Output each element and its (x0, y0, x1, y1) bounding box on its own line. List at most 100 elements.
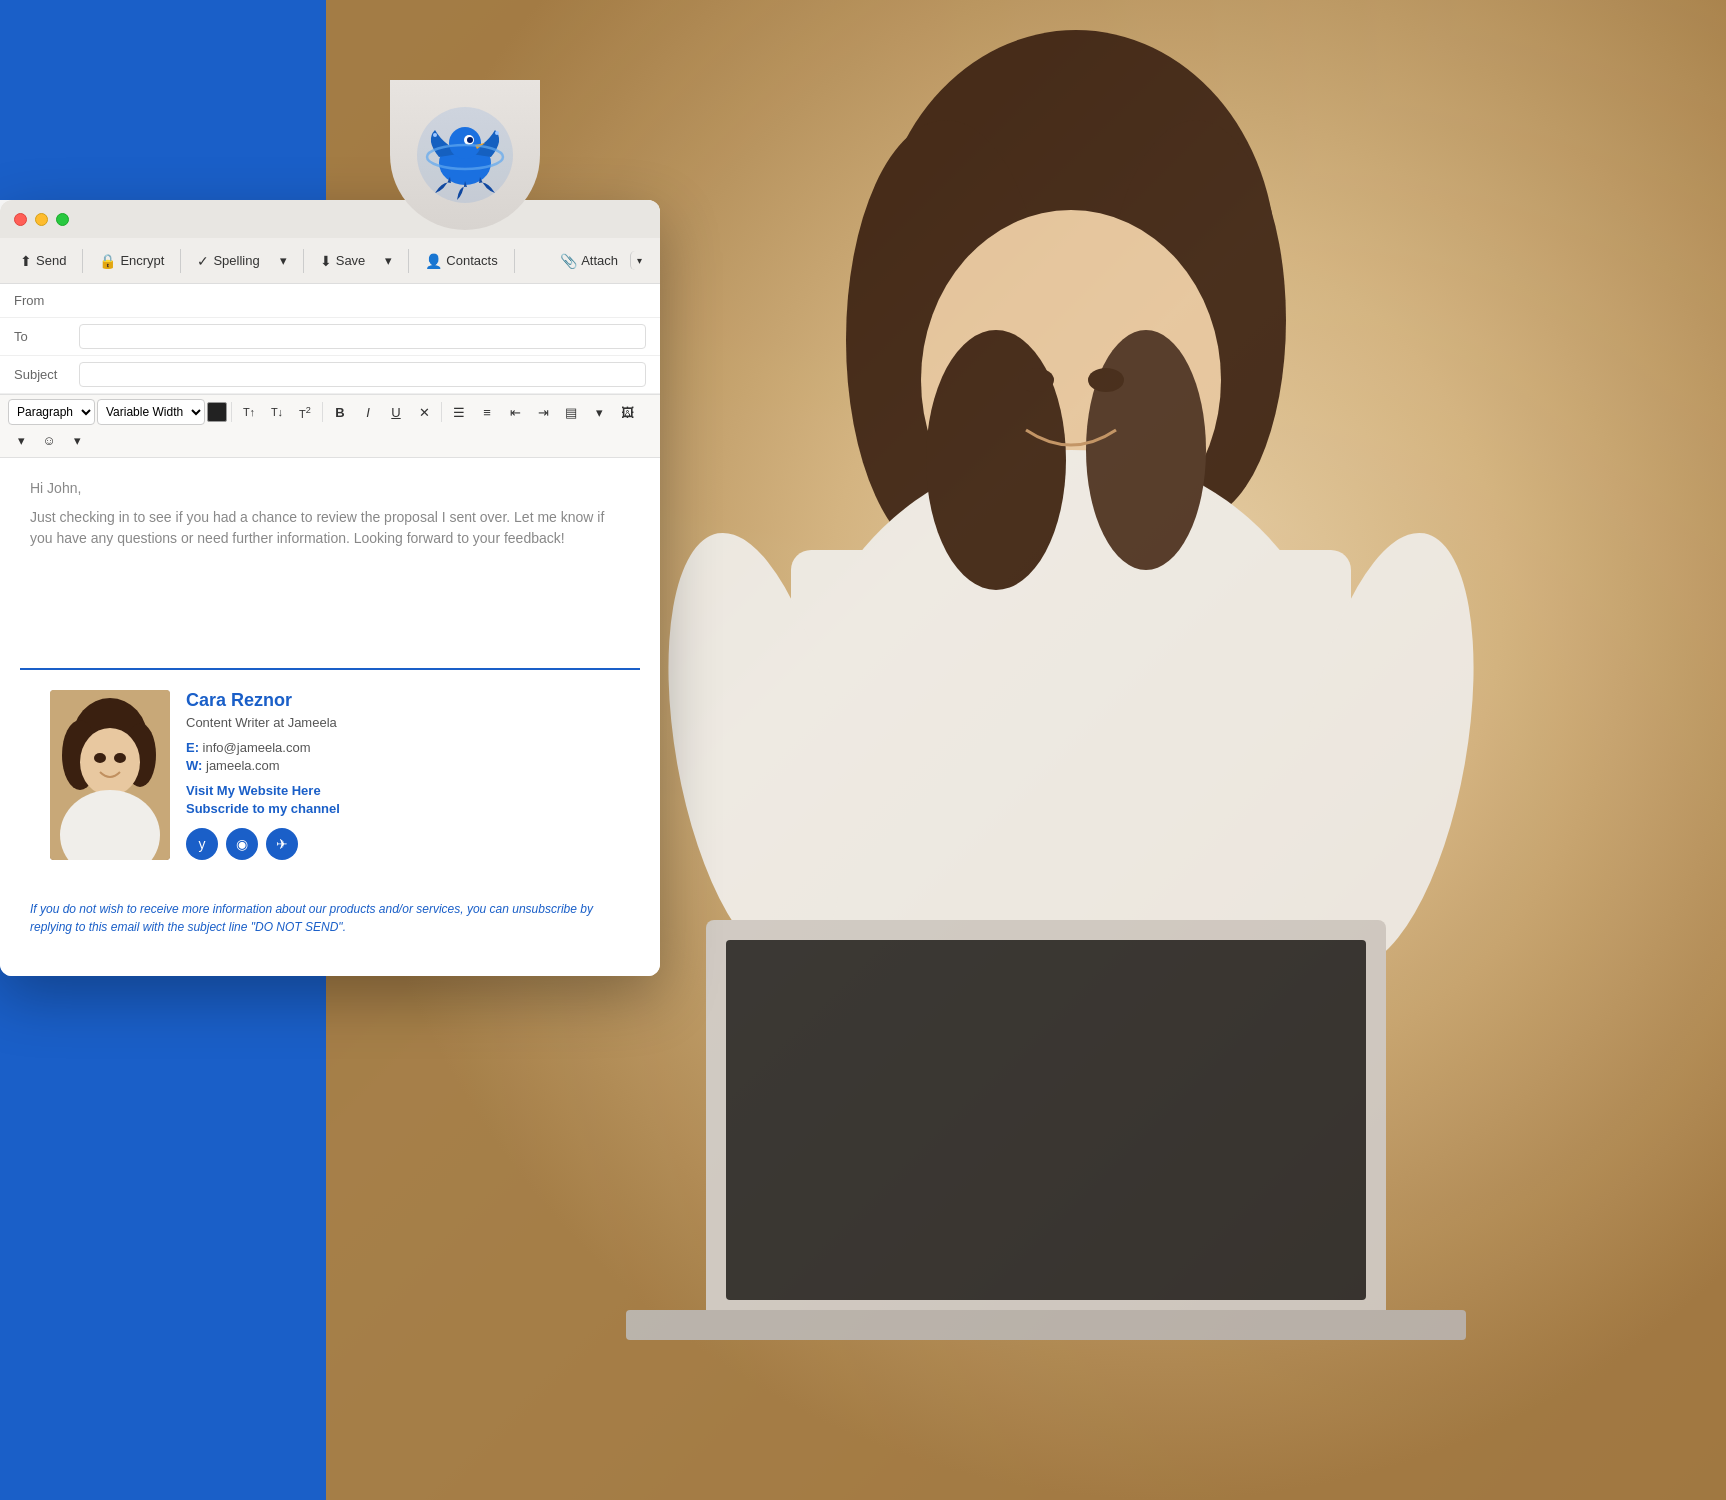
encrypt-label: Encrypt (120, 253, 164, 268)
attach-chevron-icon: ▾ (637, 255, 642, 266)
numbered-list-icon: ≡ (483, 405, 491, 420)
thunderbird-logo-icon (415, 105, 515, 205)
contacts-icon: 👤 (425, 253, 442, 269)
increase-font-button[interactable]: T↑ (236, 399, 262, 425)
save-chevron-icon: ▾ (385, 253, 392, 268)
indent-less-icon: ⇤ (510, 405, 521, 420)
signature-email: E: info@jameela.com (186, 740, 610, 755)
svg-rect-16 (626, 1310, 1466, 1340)
from-row: From (0, 284, 660, 318)
spelling-icon: ✓ (197, 253, 209, 269)
align-button[interactable]: ▤ (558, 399, 584, 425)
bg-left-bottom (0, 910, 330, 1500)
subject-label: Subject (14, 367, 79, 382)
signature-links: Visit My Website Here Subscride to my ch… (186, 783, 610, 816)
attach-button[interactable]: 📎 Attach (552, 249, 626, 273)
window-bottom (0, 956, 660, 976)
underline-button[interactable]: U (383, 399, 409, 425)
subject-input[interactable] (79, 362, 646, 387)
emoji-dropdown[interactable]: ▾ (64, 427, 90, 453)
signature-link1[interactable]: Visit My Website Here (186, 783, 610, 798)
decrease-font-icon: T↓ (271, 406, 283, 418)
text-color-swatch[interactable] (207, 402, 227, 422)
send-button[interactable]: ⬆ Send (12, 249, 74, 273)
signature-title: Content Writer at Jameela (186, 715, 610, 730)
contacts-label: Contacts (446, 253, 497, 268)
clear-format-button[interactable]: ✕ (411, 399, 437, 425)
toolbar-separator-3 (303, 249, 304, 273)
svg-point-13 (1088, 368, 1124, 392)
signature-info: Cara Reznor Content Writer at Jameela E:… (186, 690, 610, 860)
email-signature: Cara Reznor Content Writer at Jameela E:… (20, 668, 640, 880)
save-button[interactable]: ⬇ Save (312, 249, 374, 273)
svg-point-11 (1086, 330, 1206, 570)
signature-name: Cara Reznor (186, 690, 610, 711)
encrypt-icon: 🔒 (99, 253, 116, 269)
superscript-button[interactable]: T2 (292, 399, 318, 425)
increase-font-icon: T↑ (243, 406, 255, 418)
bg-left-top (0, 0, 330, 200)
align-icon: ▤ (565, 405, 577, 420)
instagram-icon[interactable]: ◉ (226, 828, 258, 860)
email-fields: From To Subject (0, 284, 660, 395)
align-chevron-icon: ▾ (596, 405, 603, 420)
attach-label: Attach (581, 253, 618, 268)
insert-image-button[interactable]: 🖼 (614, 399, 640, 425)
spelling-dropdown[interactable]: ▾ (272, 249, 295, 272)
email-greeting: Hi John, (30, 478, 630, 499)
attach-icon: 📎 (560, 253, 577, 269)
signature-social: y ◉ ✈ (186, 828, 610, 860)
send-label: Send (36, 253, 66, 268)
bold-icon: B (335, 405, 344, 420)
attach-dropdown[interactable]: ▾ (630, 251, 648, 270)
indent-less-button[interactable]: ⇤ (502, 399, 528, 425)
yelp-icon[interactable]: y (186, 828, 218, 860)
window-chrome (0, 200, 660, 238)
encrypt-button[interactable]: 🔒 Encrypt (91, 249, 172, 273)
email-body[interactable]: Hi John, Just checking in to see if you … (0, 458, 660, 658)
tripadvisor-icon[interactable]: ✈ (266, 828, 298, 860)
spelling-button[interactable]: ✓ Spelling (189, 249, 267, 273)
insert-emoji-button[interactable]: ☺ (36, 427, 62, 453)
thunderbird-logo-badge (390, 80, 540, 230)
close-button[interactable] (14, 213, 27, 226)
signature-photo (50, 690, 170, 860)
email-paragraph: Just checking in to see if you had a cha… (30, 507, 630, 549)
emoji-chevron-icon: ▾ (74, 433, 81, 448)
decrease-font-button[interactable]: T↓ (264, 399, 290, 425)
font-size-select[interactable]: Variable Width (97, 399, 205, 425)
clear-format-icon: ✕ (419, 405, 430, 420)
contacts-button[interactable]: 👤 Contacts (417, 249, 505, 273)
save-dropdown[interactable]: ▾ (377, 249, 400, 272)
minimize-button[interactable] (35, 213, 48, 226)
svg-point-21 (467, 137, 473, 143)
save-label: Save (336, 253, 366, 268)
emoji-icon: ☺ (42, 433, 55, 448)
insert-image-icon: 🖼 (621, 405, 634, 420)
svg-point-23 (433, 133, 437, 137)
svg-point-29 (80, 728, 140, 796)
svg-point-10 (926, 330, 1066, 590)
italic-icon: I (366, 405, 370, 420)
indent-more-icon: ⇥ (538, 405, 549, 420)
svg-point-24 (495, 131, 499, 135)
signature-link2[interactable]: Subscride to my channel (186, 801, 610, 816)
italic-button[interactable]: I (355, 399, 381, 425)
image-dropdown[interactable]: ▾ (8, 427, 34, 453)
from-label: From (14, 293, 79, 308)
numbered-list-button[interactable]: ≡ (474, 399, 500, 425)
format-toolbar: Paragraph Variable Width T↑ T↓ T2 B I U … (0, 395, 660, 458)
paragraph-style-select[interactable]: Paragraph (8, 399, 95, 425)
toolbar-separator-1 (82, 249, 83, 273)
indent-more-button[interactable]: ⇥ (530, 399, 556, 425)
svg-rect-15 (726, 940, 1366, 1300)
bullet-list-button[interactable]: ☰ (446, 399, 472, 425)
align-dropdown[interactable]: ▾ (586, 399, 612, 425)
to-input[interactable] (79, 324, 646, 349)
maximize-button[interactable] (56, 213, 69, 226)
spelling-label: Spelling (213, 253, 259, 268)
superscript-icon: T2 (299, 405, 311, 420)
email-disclaimer: If you do not wish to receive more infor… (0, 890, 660, 956)
send-icon: ⬆ (20, 253, 32, 269)
bold-button[interactable]: B (327, 399, 353, 425)
